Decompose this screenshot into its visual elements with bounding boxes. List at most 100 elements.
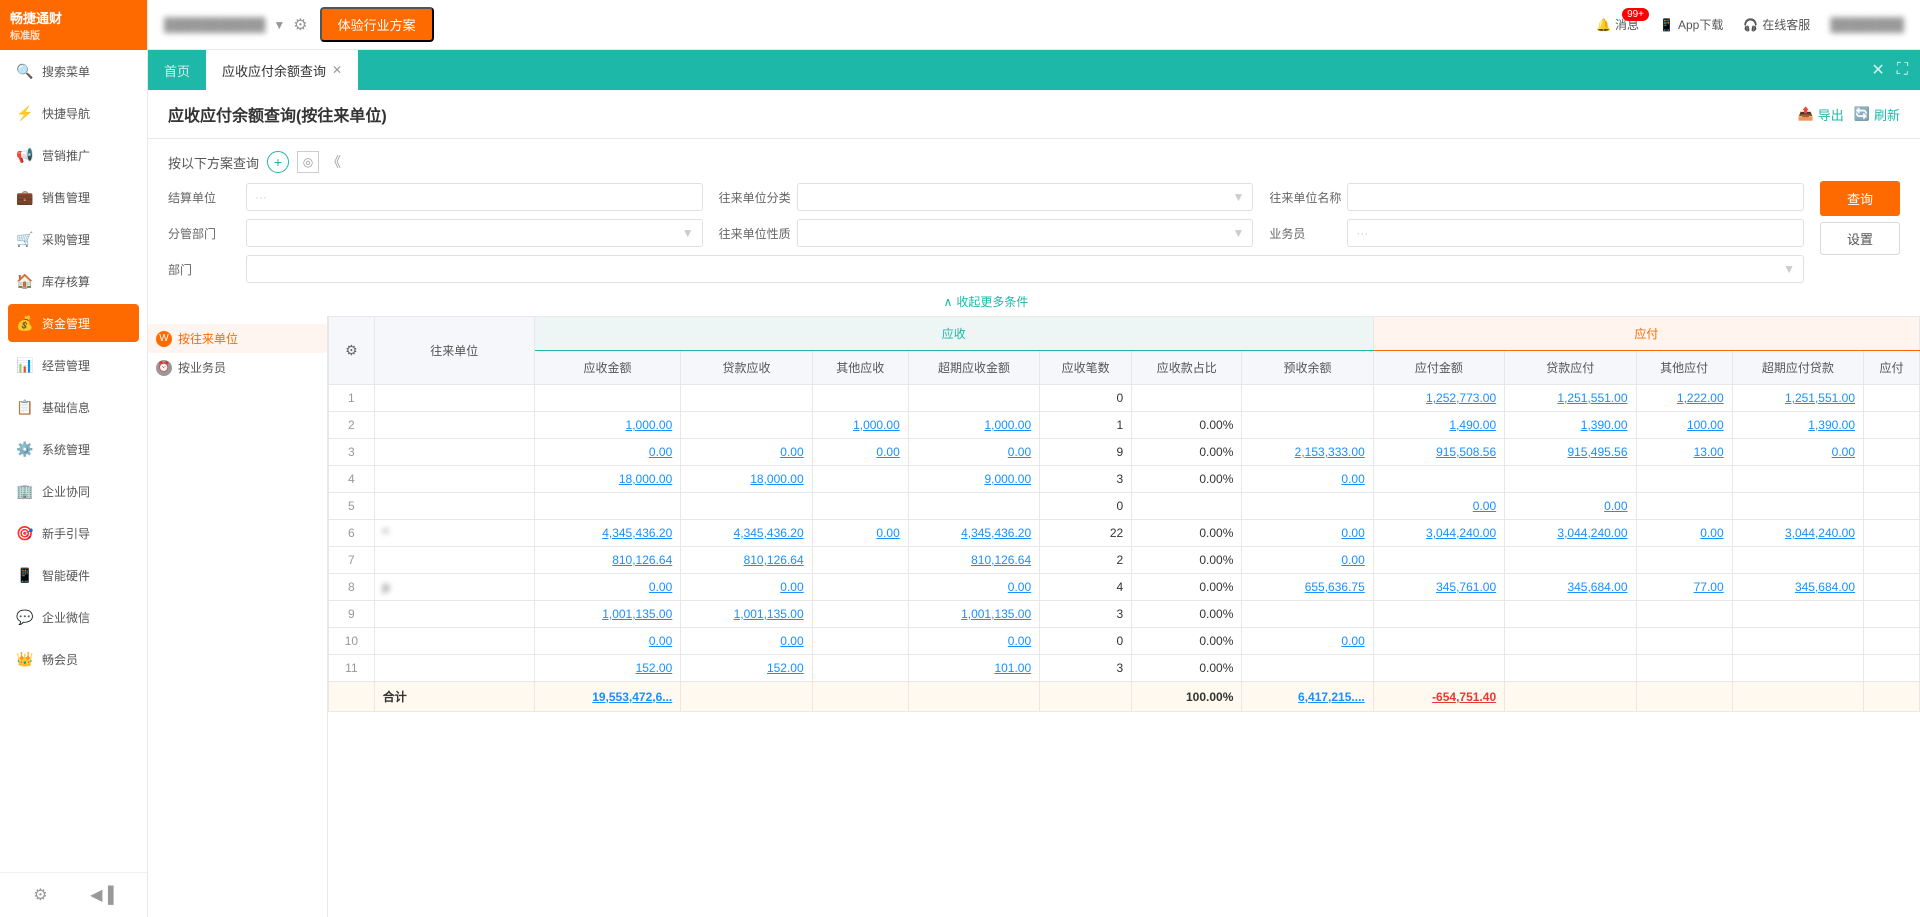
filter-add-button[interactable]: + — [267, 151, 289, 173]
row-ap-overdue[interactable]: 3,044,240.00 — [1732, 520, 1863, 547]
total-ap-amount[interactable]: -654,751.40 — [1373, 682, 1504, 712]
sidebar-item-purchase[interactable]: 🛒 采购管理 — [0, 218, 147, 260]
sidebar-item-operations[interactable]: 📊 经营管理 — [0, 344, 147, 386]
row-ar-prepaid[interactable]: 0.00 — [1242, 628, 1373, 655]
row-ap-amount[interactable]: 1,252,773.00 — [1373, 385, 1504, 412]
row-ar-prepaid[interactable]: 0.00 — [1242, 520, 1373, 547]
row-ar-amount[interactable]: 1,001,135.00 — [534, 601, 680, 628]
sidebar-item-system[interactable]: ⚙️ 系统管理 — [0, 428, 147, 470]
row-ap-other[interactable]: 13.00 — [1636, 439, 1732, 466]
sidebar-item-smart[interactable]: 📱 智能硬件 — [0, 554, 147, 596]
row-ap-amount[interactable]: 345,761.00 — [1373, 574, 1504, 601]
sidebar-item-wechat[interactable]: 💬 企业微信 — [0, 596, 147, 638]
row-ar-loan[interactable]: 1,001,135.00 — [681, 601, 812, 628]
row-ar-amount[interactable]: 0.00 — [534, 628, 680, 655]
tab-home[interactable]: 首页 — [148, 50, 206, 90]
app-download-btn[interactable]: 📱 App下载 — [1659, 16, 1723, 33]
row-ar-overdue[interactable]: 0.00 — [908, 439, 1039, 466]
sidebar-item-basic[interactable]: 📋 基础信息 — [0, 386, 147, 428]
row-ap-amount[interactable]: 0.00 — [1373, 493, 1504, 520]
tab-close-icon[interactable]: ✕ — [332, 63, 342, 77]
row-ap-amount[interactable]: 915,508.56 — [1373, 439, 1504, 466]
row-ar-overdue[interactable]: 1,001,135.00 — [908, 601, 1039, 628]
row-ar-amount[interactable]: 0.00 — [534, 439, 680, 466]
row-ar-prepaid[interactable]: 0.00 — [1242, 547, 1373, 574]
row-ap-loan[interactable]: 1,390.00 — [1505, 412, 1636, 439]
sidebar-item-search-menu[interactable]: 🔍 搜索菜单 — [0, 50, 147, 92]
row-ar-overdue[interactable]: 9,000.00 — [908, 466, 1039, 493]
row-ar-other[interactable]: 0.00 — [812, 520, 908, 547]
row-ar-amount[interactable]: 0.00 — [534, 574, 680, 601]
collapse-sidebar-icon[interactable]: ◀▐ — [90, 885, 114, 905]
row-ar-overdue[interactable]: 810,126.64 — [908, 547, 1039, 574]
total-ar-amount[interactable]: 19,553,472,6... — [534, 682, 680, 712]
left-panel-by-salesperson[interactable]: ⏰ 按业务员 — [148, 353, 327, 382]
partner-nature-input[interactable]: ▼ — [797, 219, 1254, 247]
row-ar-prepaid[interactable]: 0.00 — [1242, 466, 1373, 493]
refresh-button[interactable]: 🔄 刷新 — [1854, 105, 1900, 124]
online-service-btn[interactable]: 🎧 在线客服 — [1743, 16, 1810, 33]
sidebar-item-inventory[interactable]: 🏠 库存核算 — [0, 260, 147, 302]
row-ar-loan[interactable]: 152.00 — [681, 655, 812, 682]
row-ar-overdue[interactable]: 0.00 — [908, 628, 1039, 655]
row-ap-overdue[interactable]: 0.00 — [1732, 439, 1863, 466]
row-ar-other[interactable]: 0.00 — [812, 439, 908, 466]
collapse-filter-button[interactable]: ∧ 收起更多条件 — [168, 287, 1804, 316]
row-ar-overdue[interactable]: 1,000.00 — [908, 412, 1039, 439]
filter-expand-button[interactable]: 《 — [327, 152, 341, 172]
row-ar-loan[interactable]: 810,126.64 — [681, 547, 812, 574]
row-ar-amount[interactable]: 18,000.00 — [534, 466, 680, 493]
sidebar-item-enterprise[interactable]: 🏢 企业协同 — [0, 470, 147, 512]
sidebar-item-quick-nav[interactable]: ⚡ 快捷导航 — [0, 92, 147, 134]
row-ap-loan[interactable]: 915,495.56 — [1505, 439, 1636, 466]
notification-btn[interactable]: 🔔 消息 99+ — [1596, 16, 1639, 33]
row-ap-overdue[interactable]: 1,251,551.00 — [1732, 385, 1863, 412]
row-ap-loan[interactable]: 3,044,240.00 — [1505, 520, 1636, 547]
sidebar-item-finance[interactable]: 💰 资金管理 — [8, 304, 139, 342]
row-ar-amount[interactable]: 810,126.64 — [534, 547, 680, 574]
sidebar-item-guide[interactable]: 🎯 新手引导 — [0, 512, 147, 554]
row-ap-loan[interactable]: 0.00 — [1505, 493, 1636, 520]
row-ar-loan[interactable]: 0.00 — [681, 574, 812, 601]
query-button[interactable]: 查询 — [1820, 181, 1900, 216]
department-input[interactable]: ▼ — [246, 255, 1804, 283]
setting-button[interactable]: 设置 — [1820, 222, 1900, 255]
row-ap-overdue[interactable]: 1,390.00 — [1732, 412, 1863, 439]
dept-manager-input[interactable]: ▼ — [246, 219, 703, 247]
filter-grid-button[interactable]: ◎ — [297, 151, 319, 173]
row-ap-loan[interactable]: 345,684.00 — [1505, 574, 1636, 601]
topbar-gear-icon[interactable]: ⚙ — [293, 15, 307, 35]
row-ar-prepaid[interactable]: 2,153,333.00 — [1242, 439, 1373, 466]
partner-name-input[interactable] — [1347, 183, 1804, 211]
sidebar-item-member[interactable]: 👑 畅会员 — [0, 638, 147, 680]
row-ap-loan[interactable]: 1,251,551.00 — [1505, 385, 1636, 412]
sidebar-item-marketing[interactable]: 📢 营销推广 — [0, 134, 147, 176]
table-settings-icon[interactable]: ⚙ — [345, 342, 358, 358]
tab-ar-ap-query[interactable]: 应收应付余额查询 ✕ — [206, 50, 358, 90]
row-ar-prepaid[interactable]: 655,636.75 — [1242, 574, 1373, 601]
left-panel-by-partner[interactable]: W 按往来单位 — [148, 324, 327, 353]
close-all-icon[interactable]: ✕ — [1871, 60, 1884, 80]
row-ar-loan[interactable]: 4,345,436.20 — [681, 520, 812, 547]
row-ap-amount[interactable]: 1,490.00 — [1373, 412, 1504, 439]
row-ar-overdue[interactable]: 0.00 — [908, 574, 1039, 601]
row-ap-other[interactable]: 1,222.00 — [1636, 385, 1732, 412]
export-button[interactable]: 📤 导出 — [1798, 105, 1844, 124]
partner-category-input[interactable]: ▼ — [797, 183, 1254, 211]
row-ar-other[interactable]: 1,000.00 — [812, 412, 908, 439]
row-ar-loan[interactable]: 18,000.00 — [681, 466, 812, 493]
settings-bottom-icon[interactable]: ⚙ — [33, 885, 47, 905]
row-ar-loan[interactable]: 0.00 — [681, 628, 812, 655]
row-ar-overdue[interactable]: 4,345,436.20 — [908, 520, 1039, 547]
row-ar-amount[interactable]: 4,345,436.20 — [534, 520, 680, 547]
row-ap-other[interactable]: 0.00 — [1636, 520, 1732, 547]
topbar-dropdown-icon[interactable]: ▼ — [273, 18, 285, 32]
row-ar-overdue[interactable]: 101.00 — [908, 655, 1039, 682]
row-ap-other[interactable]: 77.00 — [1636, 574, 1732, 601]
row-ap-amount[interactable]: 3,044,240.00 — [1373, 520, 1504, 547]
expand-icon[interactable]: ⛶ — [1897, 61, 1908, 79]
promo-button[interactable]: 体验行业方案 — [320, 7, 434, 42]
row-ap-other[interactable]: 100.00 — [1636, 412, 1732, 439]
sidebar-item-sales[interactable]: 💼 销售管理 — [0, 176, 147, 218]
salesperson-input[interactable]: ··· — [1347, 219, 1804, 247]
